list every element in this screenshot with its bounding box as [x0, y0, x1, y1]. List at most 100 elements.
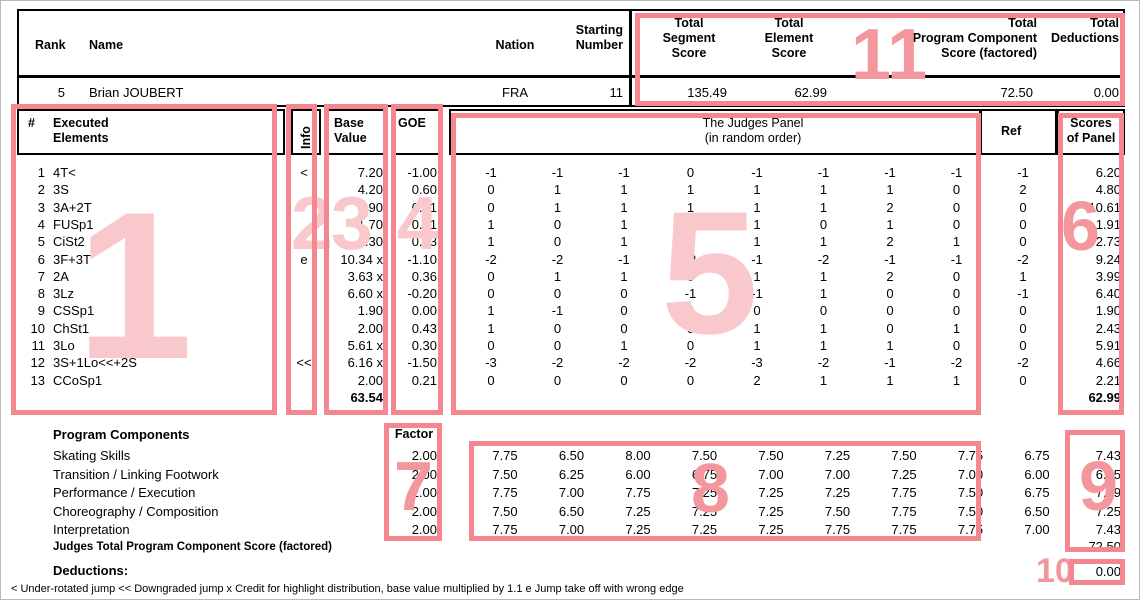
element-judge-score: 1 — [819, 182, 828, 198]
component-judge-score: 7.25 — [758, 522, 784, 538]
figure-skating-protocol-sheet: Rank Name Nation Starting Number Total S… — [0, 0, 1140, 600]
element-number: 8 — [37, 286, 45, 302]
component-judge-score: 7.75 — [957, 522, 984, 538]
element-judge-score: 2 — [753, 372, 761, 388]
element-name: FUSp1 — [53, 216, 94, 232]
component-factor: 2.00 — [411, 485, 437, 501]
element-goe: 0.36 — [411, 268, 437, 284]
element-judge-score: 0 — [1019, 338, 1027, 353]
component-judge-score: 7.50 — [758, 448, 784, 463]
element-judge-score: 1 — [753, 182, 761, 198]
element-name: CCoSp1 — [53, 372, 103, 388]
element-judge-score: 0 — [620, 303, 628, 319]
element-judge-score: 0 — [686, 303, 695, 319]
element-judge-score: 1 — [753, 216, 761, 232]
element-score-of-panel: 2.43 — [1095, 320, 1121, 336]
element-judge-score: 1 — [487, 303, 495, 319]
component-judge-score: 6.75 — [691, 466, 718, 482]
element-judge-score: -2 — [485, 251, 497, 267]
element-judge-score: 0 — [686, 216, 695, 232]
element-info: e — [300, 251, 308, 267]
element-judge-score: 0 — [686, 320, 695, 336]
element-judge-score: 0 — [952, 199, 961, 215]
component-judge-score: 7.00 — [824, 466, 851, 482]
element-number: 13 — [30, 372, 45, 388]
element-judge-score: 1 — [620, 268, 628, 284]
element-base-value: 6.16 x — [347, 355, 383, 371]
element-judge-score: 0 — [487, 268, 495, 284]
element-judge-score: 1 — [686, 199, 695, 215]
elements-col-num: # — [28, 116, 35, 130]
component-score-of-panel: 7.25 — [1095, 503, 1121, 519]
element-judge-score: 0 — [553, 338, 562, 353]
element-judge-score: 0 — [487, 286, 495, 302]
element-judge-score: 0 — [952, 286, 961, 302]
element-judge-score: 0 — [487, 372, 495, 388]
component-judge-score: 7.75 — [957, 448, 984, 463]
component-judge-score: 7.00 — [957, 466, 984, 482]
element-judge-score: -1 — [950, 165, 963, 180]
component-judge-score: 7.50 — [957, 503, 984, 519]
elements-col-base-value: Base Value — [334, 116, 367, 145]
element-judge-score: -2 — [684, 251, 697, 267]
element-number: 12 — [30, 355, 45, 371]
element-base-value: 2.30 — [357, 234, 383, 250]
element-judge-score: 1 — [819, 199, 828, 215]
component-label: Choreography / Composition — [53, 503, 219, 519]
element-judge-score: 0 — [1019, 216, 1027, 232]
element-score-of-panel: 2.21 — [1095, 372, 1121, 388]
element-judge-score: 0 — [1019, 199, 1027, 215]
component-judge-score: 7.25 — [691, 485, 718, 501]
component-score-of-panel: 6.75 — [1095, 466, 1121, 482]
header-value-total-element-score: 62.99 — [794, 85, 827, 100]
element-name: 3Lz — [53, 286, 74, 302]
component-judge-score: 7.75 — [625, 485, 651, 501]
element-judge-score: 0 — [1019, 320, 1027, 336]
element-number: 1 — [37, 165, 45, 180]
element-base-value: 1.90 — [357, 303, 383, 319]
header-value-rank: 5 — [57, 85, 65, 100]
element-judge-score: 1 — [620, 234, 628, 250]
element-number: 9 — [37, 303, 45, 319]
element-judge-score: 0 — [553, 372, 562, 388]
component-judge-score: 7.25 — [758, 485, 784, 501]
header-col-starting-number: Starting Number — [575, 23, 623, 52]
elements-col-info: Info — [299, 126, 313, 149]
element-judge-score: -1 — [751, 165, 763, 180]
element-judge-score: 0 — [819, 303, 828, 319]
element-judge-score: 1 — [620, 338, 628, 353]
component-judge-score: 7.25 — [691, 503, 718, 519]
element-base-value: 1.70 — [357, 216, 383, 232]
element-judge-score: 1 — [753, 199, 761, 215]
component-judge-score: 6.00 — [625, 466, 651, 482]
element-base-value: 2.00 — [357, 372, 383, 388]
element-number: 7 — [37, 268, 45, 284]
element-number: 4 — [37, 216, 45, 232]
element-judge-score: -1 — [485, 165, 497, 180]
component-judge-score: 7.75 — [891, 522, 917, 538]
element-judge-score: 1 — [819, 268, 828, 284]
component-judge-score: 7.25 — [891, 466, 917, 482]
scores-of-panel-total: 62.99 — [1088, 389, 1121, 405]
program-components-factor-header: Factor — [394, 427, 434, 441]
component-score-of-panel: 7.43 — [1095, 522, 1121, 538]
elements-col-executed-elements: Executed Elements — [53, 116, 109, 145]
element-judge-score: 0 — [620, 372, 628, 388]
program-components-title: Program Components — [53, 427, 190, 442]
element-judge-score: 0 — [753, 303, 761, 319]
element-judge-score: -2 — [950, 355, 963, 371]
element-score-of-panel: 5.91 — [1095, 338, 1121, 353]
component-judge-score: 7.00 — [558, 485, 585, 501]
element-name: CSSp1 — [53, 303, 95, 319]
element-score-of-panel: 4.80 — [1095, 182, 1121, 198]
component-judge-score: 7.00 — [758, 466, 784, 482]
element-number: 3 — [37, 199, 45, 215]
element-base-value: 6.60 x — [347, 286, 383, 302]
element-score-of-panel: 4.66 — [1095, 355, 1121, 371]
element-judge-score: -1 — [751, 286, 763, 302]
element-goe: 0.43 — [411, 234, 437, 250]
element-judge-score: 1 — [620, 216, 628, 232]
header-value-starting-number: 11 — [609, 85, 624, 100]
element-judge-score: 1 — [819, 338, 828, 353]
element-judge-score: 0 — [886, 320, 894, 336]
